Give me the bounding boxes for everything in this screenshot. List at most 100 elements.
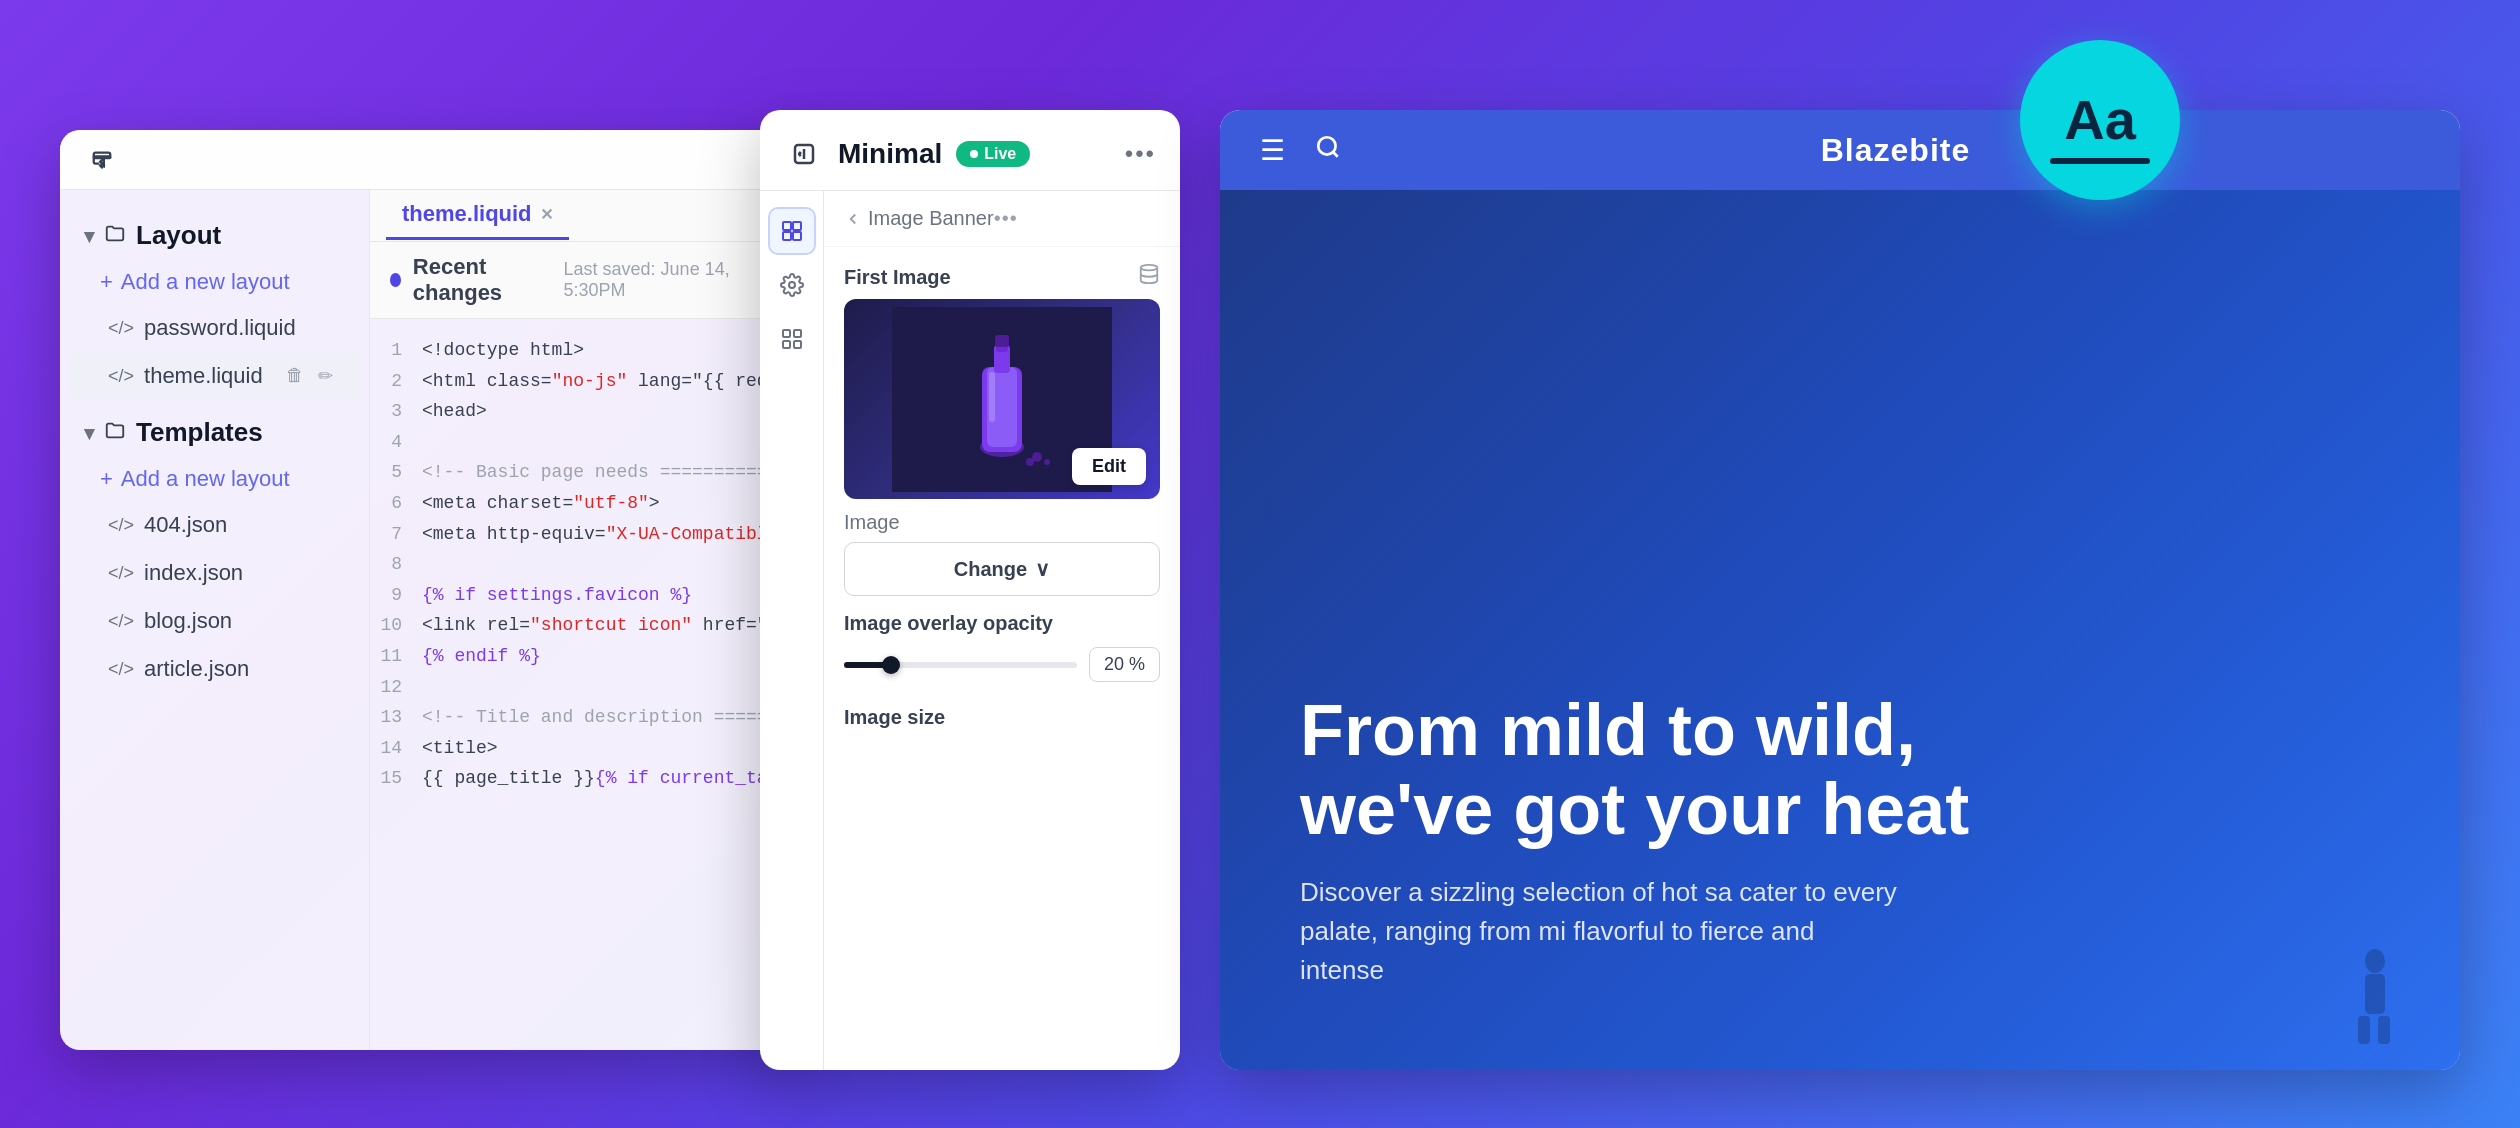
code-lines[interactable]: 1<!doctype html>2<html class="no-js" lan… bbox=[370, 319, 800, 1050]
theme-title: Minimal bbox=[838, 138, 942, 170]
theme-more-button[interactable]: ••• bbox=[1125, 140, 1156, 168]
line-number: 1 bbox=[370, 335, 422, 366]
templates-folder[interactable]: ▾ Templates bbox=[60, 407, 369, 458]
line-content: {% endif %} bbox=[422, 641, 800, 672]
line-content: <!-- Basic page needs ==================… bbox=[422, 457, 800, 488]
line-number: 4 bbox=[370, 427, 422, 458]
theme-liquid-label: theme.liquid bbox=[144, 363, 263, 389]
templates-folder-label: Templates bbox=[136, 417, 263, 448]
line-content bbox=[422, 672, 800, 703]
change-image-button[interactable]: Change ∨ bbox=[844, 542, 1160, 596]
save-bar: Recent changes Last saved: June 14, 5:30… bbox=[370, 242, 800, 319]
line-number: 15 bbox=[370, 763, 422, 794]
svg-rect-21 bbox=[989, 372, 995, 422]
code-editor: theme.liquid ✕ Recent changes Last saved… bbox=[370, 190, 800, 1050]
code-line: 3<head> bbox=[370, 396, 800, 427]
hero-content: From mild to wild, we've got your heat D… bbox=[1300, 691, 2380, 990]
overlay-slider[interactable] bbox=[844, 662, 1077, 668]
add-layout-button[interactable]: + Add a new layout bbox=[60, 261, 369, 303]
svg-rect-28 bbox=[2358, 1016, 2370, 1044]
code-panel-header bbox=[60, 130, 800, 190]
code-panel-body: ▾ Layout + Add a new layout </> password… bbox=[60, 190, 800, 1050]
svg-rect-6 bbox=[783, 232, 791, 240]
line-content: <html class="no-js" lang="{{ request.loc… bbox=[422, 366, 800, 397]
svg-point-13 bbox=[1141, 265, 1158, 271]
blog-code-icon: </> bbox=[108, 611, 134, 632]
line-content: <meta charset="utf-8"> bbox=[422, 488, 800, 519]
live-label: Live bbox=[984, 145, 1016, 163]
line-number: 9 bbox=[370, 580, 422, 611]
svg-point-25 bbox=[1318, 137, 1335, 154]
preview-navbar: ☰ Blazebite bbox=[1220, 110, 2460, 190]
theme-back-button[interactable] bbox=[784, 134, 824, 174]
article-json-file[interactable]: </> article.json bbox=[68, 646, 361, 692]
nav-sections-button[interactable] bbox=[768, 207, 816, 255]
theme-liquid-tab[interactable]: theme.liquid ✕ bbox=[386, 191, 569, 240]
404-json-label: 404.json bbox=[144, 512, 227, 538]
theme-content: Image Banner ••• First Image bbox=[824, 191, 1180, 1070]
layout-folder-label: Layout bbox=[136, 220, 221, 251]
404-code-icon: </> bbox=[108, 515, 134, 536]
theme-liquid-file[interactable]: </> theme.liquid 🗑 ✏ bbox=[68, 353, 361, 399]
templates-chevron: ▾ bbox=[84, 421, 94, 445]
section-more-button[interactable]: ••• bbox=[994, 207, 1018, 230]
slider-thumb[interactable] bbox=[882, 656, 900, 674]
password-liquid-file[interactable]: </> password.liquid bbox=[68, 305, 361, 351]
live-badge: Live bbox=[956, 141, 1030, 167]
blog-json-label: blog.json bbox=[144, 608, 232, 634]
svg-point-24 bbox=[1026, 458, 1034, 466]
layout-chevron: ▾ bbox=[84, 224, 94, 248]
edit-image-button[interactable]: Edit bbox=[1072, 448, 1146, 485]
nav-apps-button[interactable] bbox=[768, 315, 816, 363]
theme-editor-panel: Minimal Live ••• bbox=[760, 110, 1180, 1070]
theme-header: Minimal Live ••• bbox=[760, 110, 1180, 191]
preview-search-icon[interactable] bbox=[1315, 134, 1341, 167]
add-layout-label: Add a new layout bbox=[121, 269, 290, 295]
avatar-underline bbox=[2050, 158, 2150, 164]
code-back-button[interactable] bbox=[84, 142, 120, 178]
preview-menu-icon[interactable]: ☰ bbox=[1260, 134, 1285, 167]
section-back-button[interactable]: Image Banner bbox=[844, 207, 994, 230]
line-number: 11 bbox=[370, 641, 422, 672]
line-content bbox=[422, 549, 800, 580]
add-template-button[interactable]: + Add a new layout bbox=[60, 458, 369, 500]
edit-icon[interactable]: ✏ bbox=[314, 363, 337, 389]
404-json-file[interactable]: </> 404.json bbox=[68, 502, 361, 548]
svg-rect-11 bbox=[783, 341, 790, 348]
line-content: <meta http-equiv="X-UA-Compatible" conte… bbox=[422, 519, 800, 550]
line-number: 6 bbox=[370, 488, 422, 519]
index-json-file[interactable]: </> index.json bbox=[68, 550, 361, 596]
file-code-icon: </> bbox=[108, 318, 134, 339]
svg-rect-9 bbox=[783, 330, 790, 337]
change-chevron: ∨ bbox=[1035, 557, 1050, 581]
line-number: 8 bbox=[370, 549, 422, 580]
password-liquid-label: password.liquid bbox=[144, 315, 296, 341]
save-indicator bbox=[390, 273, 401, 287]
svg-point-8 bbox=[789, 282, 795, 288]
code-editor-panel: ▾ Layout + Add a new layout </> password… bbox=[60, 130, 800, 1050]
delete-icon[interactable]: 🗑 bbox=[282, 363, 308, 389]
layout-folder[interactable]: ▾ Layout bbox=[60, 210, 369, 261]
layout-folder-icon bbox=[104, 222, 126, 250]
section-back-label: Image Banner bbox=[868, 207, 994, 230]
index-json-label: index.json bbox=[144, 560, 243, 586]
tab-label: theme.liquid bbox=[402, 201, 532, 227]
file-tree: ▾ Layout + Add a new layout </> password… bbox=[60, 190, 370, 1050]
theme-nav-col bbox=[760, 191, 824, 1070]
line-content: <!-- Title and description =============… bbox=[422, 702, 800, 733]
live-dot bbox=[970, 150, 978, 158]
avatar-label: Aa bbox=[2064, 92, 2136, 148]
add-template-label: Add a new layout bbox=[121, 466, 290, 492]
close-tab-icon[interactable]: ✕ bbox=[540, 205, 553, 224]
templates-section: ▾ Templates + Add a new layout </> 404.j… bbox=[60, 407, 369, 692]
svg-rect-7 bbox=[793, 232, 801, 240]
line-number: 2 bbox=[370, 366, 422, 397]
blog-json-file[interactable]: </> blog.json bbox=[68, 598, 361, 644]
svg-rect-0 bbox=[94, 156, 111, 158]
nav-settings-button[interactable] bbox=[768, 261, 816, 309]
add-template-icon: + bbox=[100, 466, 113, 492]
line-content: <link rel="shortcut icon" href="{{ setti… bbox=[422, 610, 800, 641]
code-line: 6 <meta charset="utf-8"> bbox=[370, 488, 800, 519]
code-line: 1<!doctype html> bbox=[370, 335, 800, 366]
line-number: 13 bbox=[370, 702, 422, 733]
